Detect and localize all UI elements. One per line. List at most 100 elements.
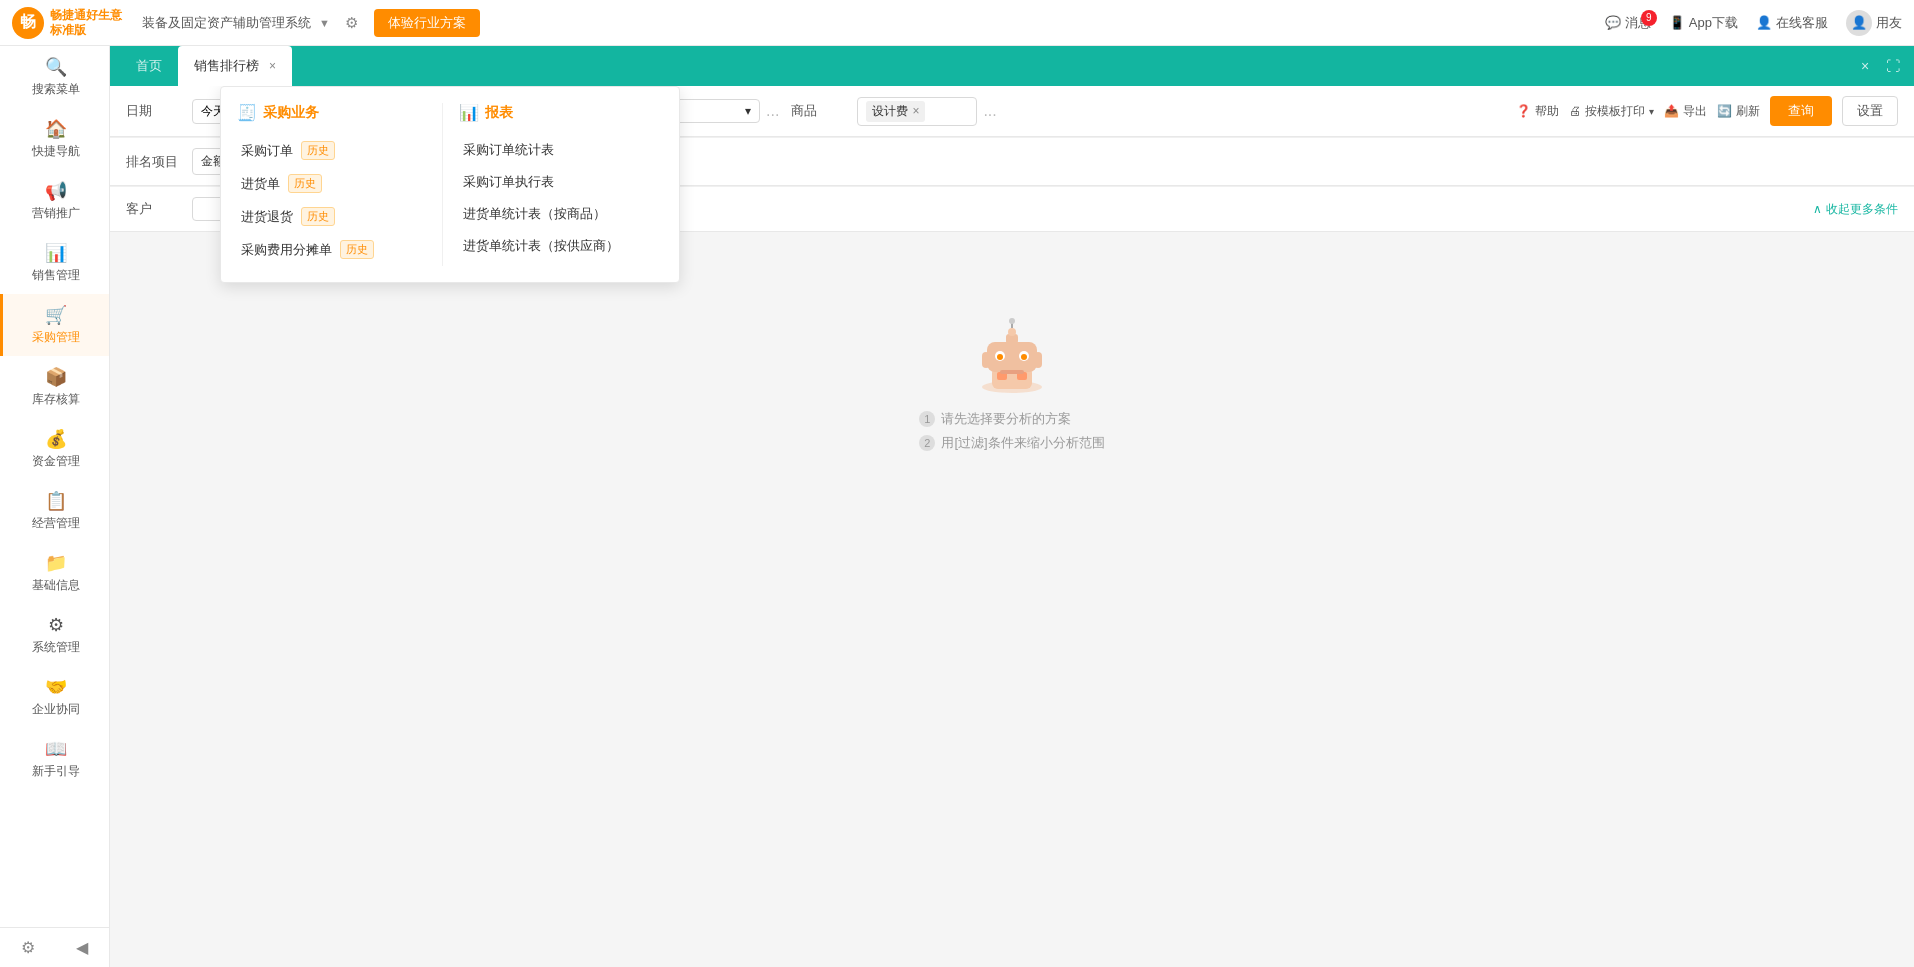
sidebar-item-purchase[interactable]: 🛒 采购管理	[0, 294, 109, 356]
sidebar: 🔍 搜索菜单 🏠 快捷导航 📢 营销推广 📊 销售管理 🛒 采购管理 📦 库存核…	[0, 46, 110, 967]
tab-close-all-icon[interactable]: ×	[1854, 55, 1876, 77]
logo-icon: 畅	[12, 7, 44, 39]
svg-rect-9	[982, 352, 990, 368]
settings-btn[interactable]: 设置	[1842, 96, 1898, 126]
sidebar-bottom: ⚙ ◀	[0, 927, 109, 967]
voucher-status-dots[interactable]: ...	[766, 102, 779, 120]
svg-point-15	[1009, 318, 1015, 324]
collapse-btn-wrapper: ∧ 收起更多条件	[1813, 201, 1898, 218]
user-menu[interactable]: 👤 用友	[1846, 10, 1902, 36]
svg-rect-10	[1034, 352, 1042, 368]
message-btn[interactable]: 💬 消息 9	[1605, 14, 1651, 32]
svg-point-7	[997, 354, 1003, 360]
collapse-icon: ∧	[1813, 202, 1822, 216]
system-dropdown-icon[interactable]: ▼	[319, 17, 330, 29]
system-name: 装备及固定资产辅助管理系统	[142, 14, 311, 32]
product-tag-close[interactable]: ×	[912, 104, 919, 118]
product-tag-text: 设计费	[872, 103, 908, 120]
sidebar-item-quick-nav[interactable]: 🏠 快捷导航	[0, 108, 109, 170]
rank-item-label: 排名项目	[126, 153, 186, 171]
sidebar-item-marketing-label: 营销推广	[32, 205, 80, 222]
main-layout: 🔍 搜索菜单 🏠 快捷导航 📢 营销推广 📊 销售管理 🛒 采购管理 📦 库存核…	[0, 46, 1914, 967]
tab-home[interactable]: 首页	[120, 46, 178, 86]
refresh-btn[interactable]: 🔄 刷新	[1717, 103, 1760, 120]
sidebar-item-guide[interactable]: 📖 新手引导	[0, 728, 109, 790]
topbar-center: 装备及固定资产辅助管理系统 ▼ ⚙ 体验行业方案	[122, 9, 1605, 37]
sidebar-collapse-btn[interactable]: ◀	[76, 938, 88, 957]
dropdown-item-stock-by-product[interactable]: 进货单统计表（按商品）	[459, 198, 664, 230]
history-tag-stock-return: 历史	[301, 207, 335, 226]
sales-icon: 📊	[45, 242, 67, 264]
sidebar-item-operations-label: 经营管理	[32, 515, 80, 532]
message-badge: 9	[1641, 10, 1657, 26]
product-filter-box[interactable]: 设计费 ×	[857, 97, 977, 126]
sidebar-item-sales[interactable]: 📊 销售管理	[0, 232, 109, 294]
date-label: 日期	[126, 102, 186, 120]
collapse-btn[interactable]: ∧ 收起更多条件	[1813, 201, 1898, 218]
tab-sales-rank[interactable]: 销售排行榜 ×	[178, 46, 292, 86]
sidebar-item-marketing[interactable]: 📢 营销推广	[0, 170, 109, 232]
inventory-icon: 📦	[45, 366, 67, 388]
system-settings-icon[interactable]: ⚙	[338, 9, 366, 37]
dropdown-item-purchase-order[interactable]: 采购订单 历史	[237, 134, 442, 167]
tab-fullscreen-icon[interactable]: ⛶	[1882, 55, 1904, 77]
dropdown-item-stock-return[interactable]: 进货退货 历史	[237, 200, 442, 233]
product-dots[interactable]: ...	[983, 102, 996, 120]
history-tag-purchase-expense: 历史	[340, 240, 374, 259]
tip-num-1: 1	[919, 411, 935, 427]
sidebar-item-base-info[interactable]: 📁 基础信息	[0, 542, 109, 604]
help-btn[interactable]: ❓ 帮助	[1516, 103, 1559, 120]
sidebar-item-finance-label: 资金管理	[32, 453, 80, 470]
dropdown-item-purchase-expense[interactable]: 采购费用分摊单 历史	[237, 233, 442, 266]
report-icon: 📊	[459, 103, 479, 122]
purchase-dropdown-overlay: 🧾 采购业务 采购订单 历史 进货单 历史 进货退货	[220, 86, 680, 283]
svg-rect-11	[1000, 370, 1024, 374]
sidebar-item-operations[interactable]: 📋 经营管理	[0, 480, 109, 542]
sidebar-item-inventory[interactable]: 📦 库存核算	[0, 356, 109, 418]
refresh-icon: 🔄	[1717, 104, 1732, 118]
empty-tip-2-text: 用[过滤]条件来缩小分析范围	[941, 434, 1104, 452]
sidebar-item-quick-nav-label: 快捷导航	[32, 143, 80, 160]
purchase-dropdown-menu: 🧾 采购业务 采购订单 历史 进货单 历史 进货退货	[220, 86, 680, 283]
print-btn[interactable]: 🖨 按模板打印 ▾	[1569, 103, 1654, 120]
empty-tips: 1 请先选择要分析的方案 2 用[过滤]条件来缩小分析范围	[919, 410, 1104, 452]
sidebar-item-base-info-label: 基础信息	[32, 577, 80, 594]
dropdown-item-stock-in[interactable]: 进货单 历史	[237, 167, 442, 200]
query-btn[interactable]: 查询	[1770, 96, 1832, 126]
empty-icon	[962, 312, 1062, 402]
tab-bar: 首页 销售排行榜 × × ⛶	[110, 46, 1914, 86]
purchase-business-title: 🧾 采购业务	[237, 103, 442, 122]
home-icon: 🏠	[45, 118, 67, 140]
base-info-icon: 📁	[45, 552, 67, 574]
sidebar-item-coop[interactable]: 🤝 企业协同	[0, 666, 109, 728]
sidebar-item-finance[interactable]: 💰 资金管理	[0, 418, 109, 480]
dropdown-item-stock-by-supplier[interactable]: 进货单统计表（按供应商）	[459, 230, 664, 262]
finance-icon: 💰	[45, 428, 67, 450]
sidebar-item-coop-label: 企业协同	[32, 701, 80, 718]
tab-sales-rank-close[interactable]: ×	[269, 59, 276, 73]
svg-point-13	[1008, 328, 1016, 336]
online-service-btn[interactable]: 👤 在线客服	[1756, 14, 1828, 32]
tip-num-2: 2	[919, 435, 935, 451]
logo: 畅 畅捷通好生意 标准版	[12, 7, 122, 39]
sidebar-settings-btn[interactable]: ⚙	[21, 938, 35, 957]
purchase-business-col: 🧾 采购业务 采购订单 历史 进货单 历史 进货退货	[237, 103, 442, 266]
sidebar-item-search[interactable]: 🔍 搜索菜单	[0, 46, 109, 108]
empty-tip-1-text: 请先选择要分析的方案	[941, 410, 1071, 428]
empty-tip-2: 2 用[过滤]条件来缩小分析范围	[919, 434, 1104, 452]
print-icon: 🖨	[1569, 104, 1581, 118]
sidebar-item-guide-label: 新手引导	[32, 763, 80, 780]
export-btn[interactable]: 📤 导出	[1664, 103, 1707, 120]
help-icon: ❓	[1516, 104, 1531, 118]
topbar: 畅 畅捷通好生意 标准版 装备及固定资产辅助管理系统 ▼ ⚙ 体验行业方案 💬 …	[0, 0, 1914, 46]
sidebar-item-system[interactable]: ⚙ 系统管理	[0, 604, 109, 666]
logo-text: 畅捷通好生意 标准版	[50, 8, 122, 37]
app-download-btn[interactable]: 📱 App下载	[1669, 14, 1738, 32]
product-tag: 设计费 ×	[866, 101, 925, 122]
industry-btn[interactable]: 体验行业方案	[374, 9, 480, 37]
sidebar-item-purchase-label: 采购管理	[32, 329, 80, 346]
tab-sales-rank-label: 销售排行榜	[194, 57, 259, 75]
sidebar-item-inventory-label: 库存核算	[32, 391, 80, 408]
dropdown-item-purchase-order-exec[interactable]: 采购订单执行表	[459, 166, 664, 198]
dropdown-item-purchase-order-stat[interactable]: 采购订单统计表	[459, 134, 664, 166]
